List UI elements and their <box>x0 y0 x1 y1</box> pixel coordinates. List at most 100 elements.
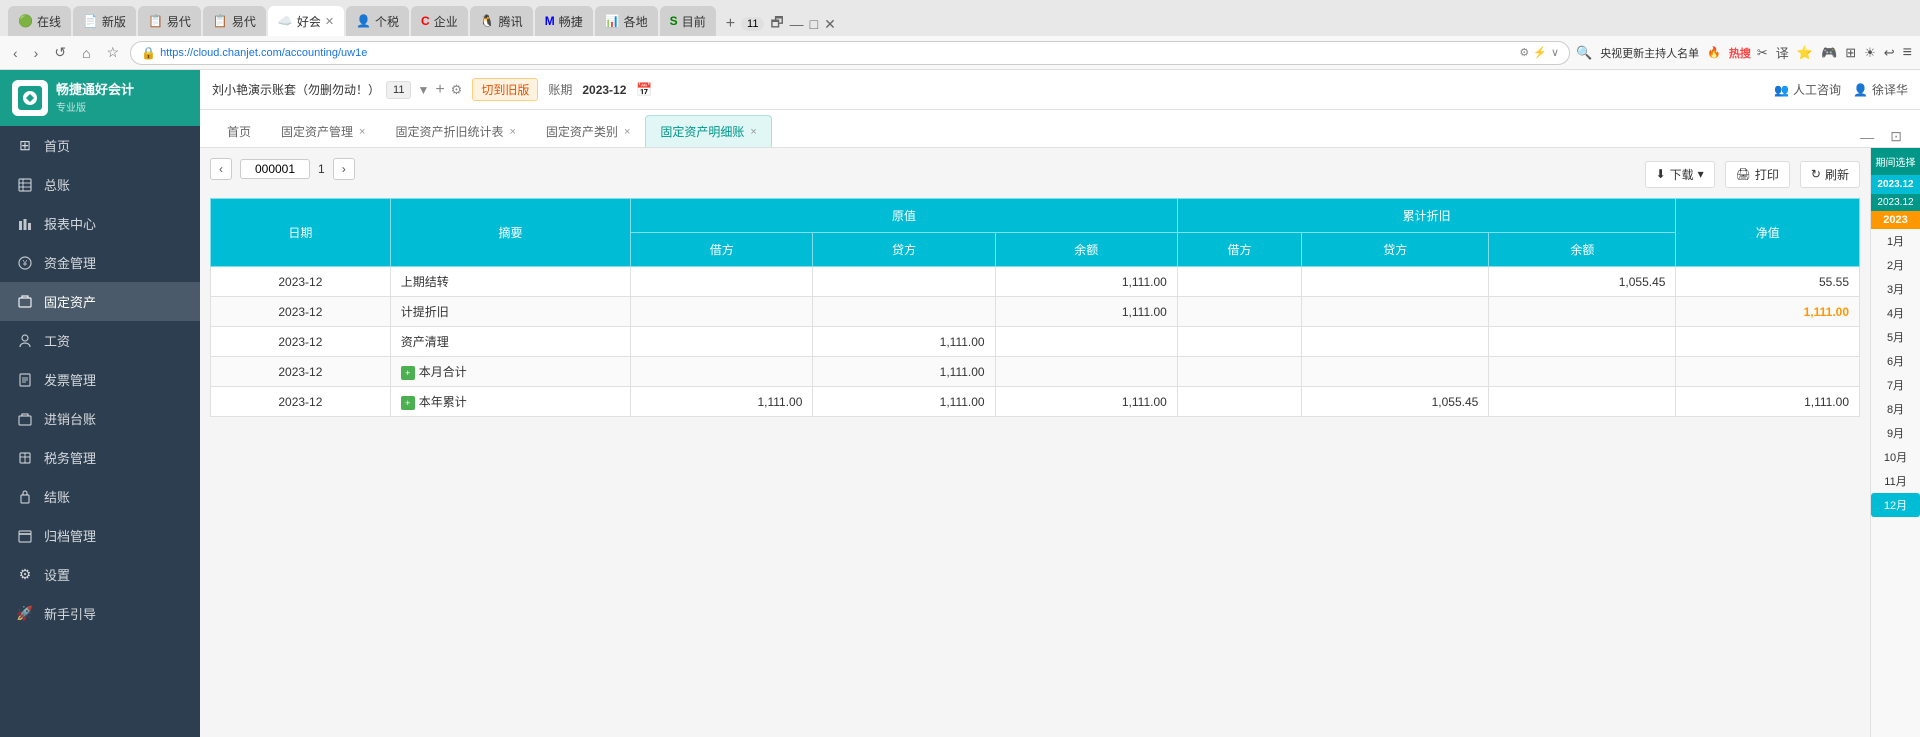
sidebar-item-settings[interactable]: ⚙ 设置 <box>0 555 200 594</box>
calendar-icon[interactable]: 📅 <box>636 82 652 98</box>
sidebar-item-closing[interactable]: 结账 <box>0 477 200 516</box>
page-tab-home-label: 首页 <box>227 123 251 140</box>
restore-btn[interactable]: 🗗 <box>770 12 783 36</box>
sidebar-item-salary[interactable]: 工资 <box>0 321 200 360</box>
add-account-btn[interactable]: + <box>435 81 444 99</box>
guide-icon: 🚀 <box>16 605 34 623</box>
browser-tab-6[interactable]: 👤个税 <box>346 6 409 36</box>
grid-icon[interactable]: ⊞ <box>1845 45 1856 61</box>
page-tab-depreciation-stat[interactable]: 固定资产折旧统计表 × <box>380 115 530 147</box>
maximize-btn[interactable]: □ <box>810 16 818 32</box>
next-account-btn[interactable]: › <box>333 158 355 180</box>
browser-tab-3[interactable]: 📋易代 <box>138 6 201 36</box>
browser-tab-4[interactable]: 📋易代 <box>203 6 266 36</box>
period-label: 账期 <box>548 81 572 98</box>
window-maximize-btn[interactable]: ⊡ <box>1884 126 1908 147</box>
period-month-2[interactable]: 2月 <box>1871 253 1920 277</box>
period-month-1[interactable]: 1月 <box>1871 229 1920 253</box>
account-info: 刘小艳演示账套（勿删勿动！） 11 ▼ + ⚙ <box>212 81 462 99</box>
browser-tab-7[interactable]: C企业 <box>411 6 468 36</box>
back-btn[interactable]: ‹ <box>8 43 23 63</box>
page-tab-home[interactable]: 首页 <box>212 115 266 147</box>
sidebar-item-report[interactable]: 报表中心 <box>0 204 200 243</box>
page-tab-ledger-close[interactable]: × <box>750 126 756 138</box>
sidebar-item-home[interactable]: ⊞ 首页 <box>0 126 200 165</box>
sidebar-item-invoice[interactable]: 发票管理 <box>0 360 200 399</box>
page-tab-asset-category[interactable]: 固定资产类别 × <box>531 115 645 147</box>
window-minimize-btn[interactable]: — <box>1854 127 1880 147</box>
period-month-6[interactable]: 6月 <box>1871 349 1920 373</box>
minimize-btn[interactable]: — <box>790 16 804 32</box>
inventory-icon <box>16 410 34 428</box>
browser-tab-10[interactable]: 📊各地 <box>595 6 658 36</box>
address-text: https://cloud.chanjet.com/accounting/uw1… <box>160 47 367 59</box>
period-year-label[interactable]: 2023 <box>1871 211 1920 229</box>
period-month-4[interactable]: 4月 <box>1871 301 1920 325</box>
browser-tab-5[interactable]: ☁️好会 ✕ <box>268 6 344 36</box>
browser-tab-9[interactable]: M畅捷 <box>535 6 593 36</box>
period-month-8[interactable]: 8月 <box>1871 397 1920 421</box>
page-tab-mgmt-close[interactable]: × <box>359 126 365 138</box>
tab-close-5[interactable]: ✕ <box>325 15 334 28</box>
settings-gear-btn[interactable]: ⚙ <box>451 82 463 98</box>
browser-tab-2[interactable]: 📄新版 <box>73 6 136 36</box>
page-tab-category-close[interactable]: × <box>624 126 630 138</box>
top-bar-right: 👥 人工咨询 👤 徐译华 <box>1774 81 1908 98</box>
help-btn[interactable]: 👥 人工咨询 <box>1774 81 1841 98</box>
translate-icon[interactable]: 译 <box>1776 43 1789 62</box>
sidebar-item-archive[interactable]: 归档管理 <box>0 516 200 555</box>
help-icon: 👥 <box>1774 83 1789 97</box>
period-month-5[interactable]: 5月 <box>1871 325 1920 349</box>
reload-btn[interactable]: ↺ <box>49 42 71 63</box>
scissors-icon[interactable]: ✂ <box>1757 45 1768 61</box>
period-month-7[interactable]: 7月 <box>1871 373 1920 397</box>
period-month-9[interactable]: 9月 <box>1871 421 1920 445</box>
download-btn[interactable]: ⬇ 下载 ▾ <box>1645 161 1715 188</box>
sidebar-item-fund[interactable]: ¥ 资金管理 <box>0 243 200 282</box>
menu-icon[interactable]: ≡ <box>1903 44 1912 62</box>
invoice-icon <box>16 371 34 389</box>
browser-tab-8[interactable]: 🐧腾讯 <box>470 6 533 36</box>
switch-version-btn[interactable]: 切到旧版 <box>472 78 538 101</box>
sidebar-item-general-ledger[interactable]: 总账 <box>0 165 200 204</box>
print-btn[interactable]: 🖨 打印 <box>1725 161 1790 188</box>
forward-btn[interactable]: › <box>29 43 44 63</box>
ledger-toolbar: ‹ 1 › ⬇ 下载 ▾ 🖨 打印 <box>210 158 1860 190</box>
close-window-btn[interactable]: ✕ <box>824 16 836 33</box>
history-icon[interactable]: ↩ <box>1884 45 1895 61</box>
period-month-3[interactable]: 3月 <box>1871 277 1920 301</box>
game-icon[interactable]: 🎮 <box>1821 45 1837 61</box>
browser-tab-11[interactable]: S目前 <box>660 6 716 36</box>
row1-acc-balance: 1,055.45 <box>1489 267 1676 297</box>
period-month-11[interactable]: 11月 <box>1871 469 1920 493</box>
page-tab-stat-close[interactable]: × <box>509 126 515 138</box>
page-tab-fixed-asset-mgmt[interactable]: 固定资产管理 × <box>266 115 380 147</box>
new-tab-btn[interactable]: + <box>726 15 735 33</box>
sidebar-item-tax[interactable]: 税务管理 <box>0 438 200 477</box>
sun-icon[interactable]: ☀ <box>1864 45 1876 61</box>
address-bar[interactable]: 🔒 https://cloud.chanjet.com/accounting/u… <box>130 41 1570 65</box>
account-number-input[interactable] <box>240 159 310 179</box>
sidebar-item-inventory[interactable]: 进销台账 <box>0 399 200 438</box>
refresh-btn[interactable]: ↻ 刷新 <box>1800 161 1860 188</box>
search-icon[interactable]: 🔍 <box>1576 45 1592 61</box>
star-icon[interactable]: ⭐ <box>1797 45 1813 61</box>
expand-btn[interactable]: ▼ <box>417 83 429 97</box>
page-tab-asset-ledger[interactable]: 固定资产明细账 × <box>645 115 771 147</box>
sidebar-item-guide[interactable]: 🚀 新手引导 <box>0 594 200 633</box>
bookmark-btn[interactable]: ☆ <box>102 42 125 63</box>
table-row-2: 2023-12 计提折旧 1,111.00 1,111.00 <box>211 297 1860 327</box>
period-month-12[interactable]: 12月 <box>1871 493 1920 517</box>
period-month-10[interactable]: 10月 <box>1871 445 1920 469</box>
row4-orig-credit: 1,111.00 <box>813 357 995 387</box>
download-arrow: ▾ <box>1698 167 1704 181</box>
row4-acc-balance <box>1489 357 1676 387</box>
row3-date: 2023-12 <box>211 327 391 357</box>
sidebar-item-fixed-asset[interactable]: 固定资产 <box>0 282 200 321</box>
prev-account-btn[interactable]: ‹ <box>210 158 232 180</box>
home-btn[interactable]: ⌂ <box>77 43 95 63</box>
user-btn[interactable]: 👤 徐译华 <box>1853 81 1908 98</box>
salary-icon <box>16 332 34 350</box>
account-name: 刘小艳演示账套（勿删勿动！） <box>212 81 380 98</box>
browser-tab-1[interactable]: 🟢 在线 <box>8 6 71 36</box>
